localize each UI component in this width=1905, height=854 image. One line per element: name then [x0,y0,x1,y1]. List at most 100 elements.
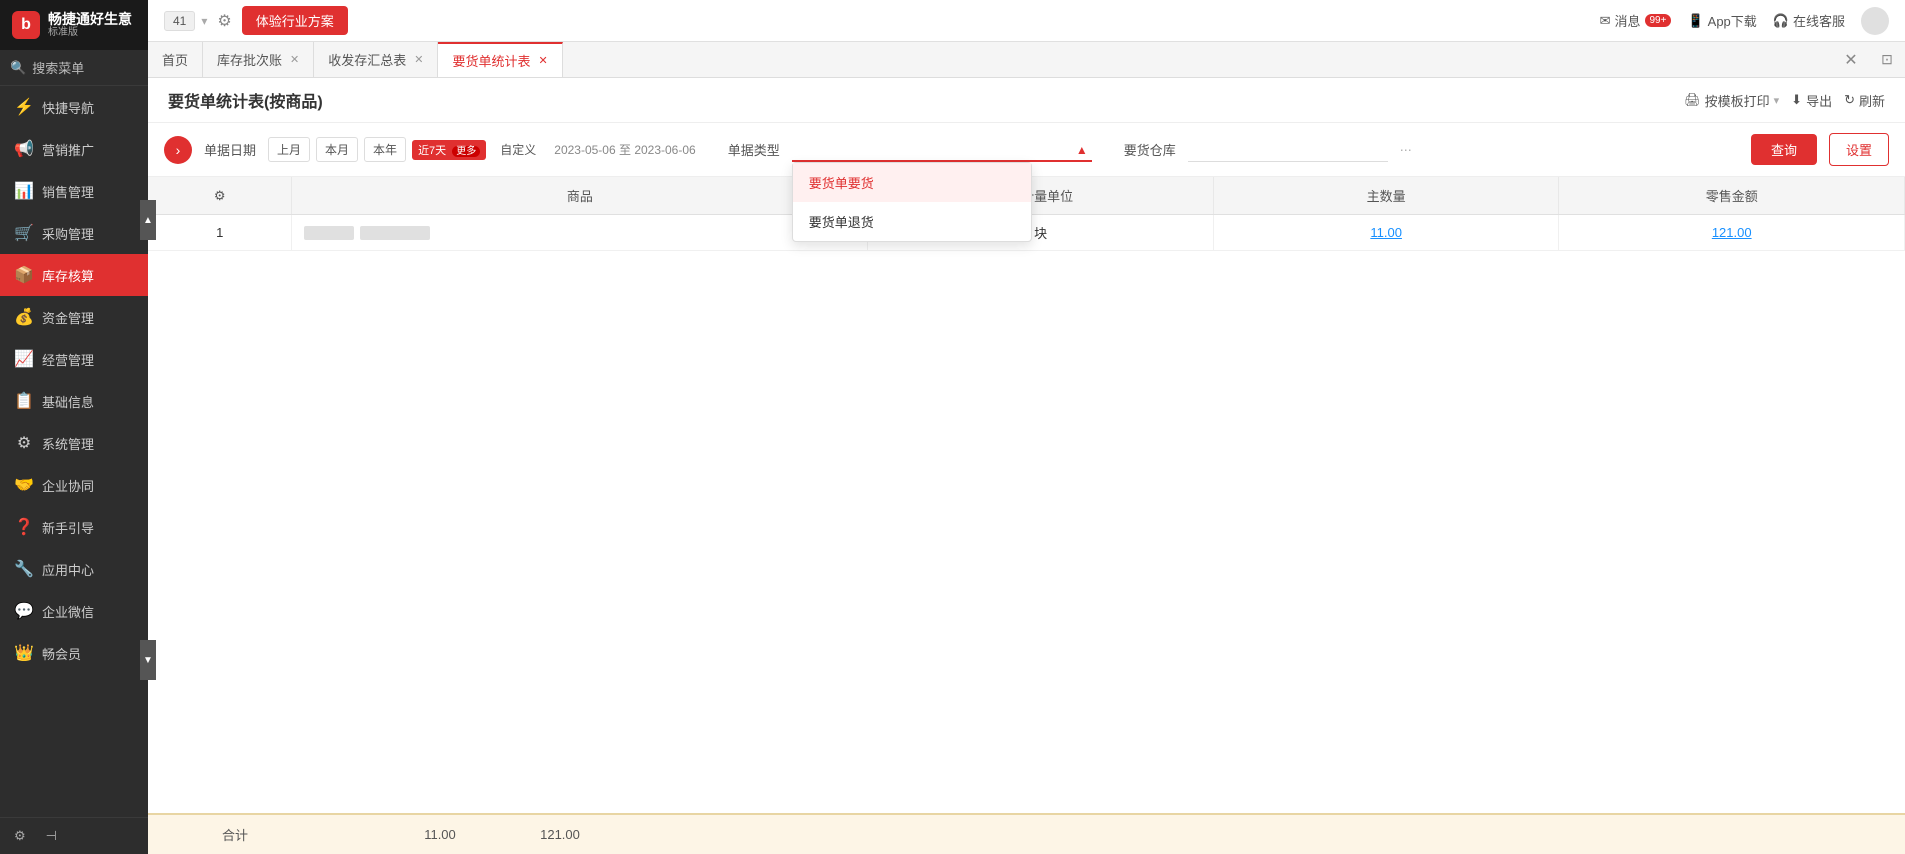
row-qty-1[interactable]: 11.00 [1213,215,1559,251]
table-container: ⚙ 商品 主计量单位 主数量 零售金额 [148,177,1905,813]
sales-icon: 📊 [14,181,34,201]
warehouse-label: 要货仓库 [1124,140,1176,159]
app-logo: b 畅捷通好生意 标准版 [0,0,148,50]
sidebar-item-marketing[interactable]: 📢 营销推广 [0,128,148,170]
sidebar-item-enterprise[interactable]: 🤝 企业协同 [0,464,148,506]
sidebar-item-inventory[interactable]: 📦 库存核算 [0,254,148,296]
search-icon: 🔍 [10,60,26,76]
tab-receive-summary-close[interactable]: ✕ [414,53,423,66]
product-placeholder [304,226,855,240]
user-avatar[interactable] [1861,7,1889,35]
dropdown-item-order-return[interactable]: 要货单退货 [793,202,1031,241]
search-menu[interactable]: 🔍 搜索菜单 [0,50,148,86]
query-button[interactable]: 查询 [1751,134,1817,165]
refresh-icon: ↻ [1844,92,1855,108]
col-qty-header: 主数量 [1213,177,1559,215]
col-settings-header[interactable]: ⚙ [148,177,292,215]
expand-tabs[interactable]: ⊡ [1869,42,1905,78]
collapse-button[interactable]: ⊣ [46,828,57,844]
date-range-display: 2023-05-06 至 2023-06-06 [554,141,695,158]
type-select-container: ▲ 要货单要货 要货单退货 [792,137,1092,162]
sidebar-item-sales[interactable]: 📊 销售管理 [0,170,148,212]
tab-home[interactable]: 首页 [148,42,203,77]
tab-receive-summary[interactable]: 收发存汇总表 ✕ [314,42,438,77]
tab-inventory-batch-close[interactable]: ✕ [290,53,299,66]
sidebar-item-tutorial[interactable]: ❓ 新手引导 [0,506,148,548]
sidebar-scroll-down[interactable]: ▼ [140,640,156,680]
sidebar-item-system[interactable]: ⚙ 系统管理 [0,422,148,464]
purchase-icon: 🛒 [14,223,34,243]
date-btn-prev-month[interactable]: 上月 [268,137,310,162]
operations-icon: 📈 [14,349,34,369]
print-action[interactable]: 🖨 按模板打印 ▾ [1684,91,1779,110]
sidebar-item-member[interactable]: 👑 畅会员 [0,632,148,674]
sidebar-item-finance[interactable]: 💰 资金管理 [0,296,148,338]
breadcrumb-count: 41 [164,11,195,31]
sidebar-scroll-up[interactable]: ▲ [140,200,156,240]
sidebar-item-basic-info[interactable]: 📋 基础信息 [0,380,148,422]
header-bar: 41 ▾ ⚙ 体验行业方案 ✉ 消息 99+ 📱 App下载 🎧 在线客服 [148,0,1905,42]
enterprise-icon: 🤝 [14,475,34,495]
type-dropdown-arrow[interactable]: ▲ [1076,143,1088,157]
footer-amount: 121.00 [500,827,620,842]
date-custom-btn[interactable]: 自定义 [492,138,544,161]
system-icon: ⚙ [14,433,34,453]
sidebar-item-quick-nav[interactable]: ⚡ 快捷导航 [0,86,148,128]
print-icon: 🖨 [1684,92,1701,108]
header-settings-icon[interactable]: ⚙ [217,11,231,31]
online-service-item[interactable]: 🎧 在线客服 [1773,11,1845,30]
industry-btn[interactable]: 体验行业方案 [242,6,348,35]
main-content: 41 ▾ ⚙ 体验行业方案 ✉ 消息 99+ 📱 App下载 🎧 在线客服 [148,0,1905,854]
page-actions: 🖨 按模板打印 ▾ ⬇ 导出 ↻ 刷新 [1684,91,1885,110]
tab-inventory-batch[interactable]: 库存批次账 ✕ [203,42,314,77]
marketing-icon: 📢 [14,139,34,159]
date-btn-this-month[interactable]: 本月 [316,137,358,162]
date-more-badge[interactable]: 近7天 更多 [412,140,486,160]
footer-label: 合计 [210,825,260,844]
print-chevron-icon[interactable]: ▾ [1774,94,1780,107]
logo-text: 畅捷通好生意 标准版 [48,11,132,40]
row-amount-1[interactable]: 121.00 [1559,215,1905,251]
page-title: 要货单统计表(按商品) [168,88,323,112]
date-label: 单据日期 [204,140,256,159]
settings-button-filter[interactable]: 设置 [1829,133,1889,166]
sidebar-bottom: ⚙ ⊣ [0,817,148,854]
message-icon: ✉ [1600,13,1611,29]
tab-order-summary-close[interactable]: ✕ [539,54,548,67]
tutorial-icon: ❓ [14,517,34,537]
app-download-item[interactable]: 📱 App下载 [1687,11,1756,30]
row-no-1: 1 [148,215,292,251]
type-input[interactable] [792,137,1092,162]
tab-order-summary[interactable]: 要货单统计表 ✕ [438,42,562,77]
wechat-icon: 💬 [14,601,34,621]
sidebar-item-wechat[interactable]: 💬 企业微信 [0,590,148,632]
chevron-down-icon[interactable]: ▾ [201,14,207,28]
app-center-icon: 🔧 [14,559,34,579]
message-badge: 99+ [1645,14,1672,27]
warehouse-more-icon[interactable]: ⋯ [1400,143,1412,157]
sidebar: b 畅捷通好生意 标准版 🔍 搜索菜单 ⚡ 快捷导航 📢 营销推广 📊 销售管理… [0,0,148,854]
row-product-1 [292,215,868,251]
messages-item[interactable]: ✉ 消息 99+ [1600,11,1672,30]
export-action[interactable]: ⬇ 导出 [1791,91,1832,110]
logo-icon: b [12,11,40,39]
export-icon: ⬇ [1791,92,1802,108]
settings-button[interactable]: ⚙ [14,828,26,844]
filter-expand-btn[interactable]: › [164,136,192,164]
date-btn-this-year[interactable]: 本年 [364,137,406,162]
header-left: 41 ▾ ⚙ 体验行业方案 [164,6,1580,35]
sidebar-item-purchase[interactable]: 🛒 采购管理 [0,212,148,254]
sidebar-item-app-center[interactable]: 🔧 应用中心 [0,548,148,590]
warehouse-input[interactable] [1188,138,1388,162]
refresh-action[interactable]: ↻ 刷新 [1844,91,1885,110]
dropdown-item-order-goods[interactable]: 要货单要货 [793,163,1031,202]
breadcrumb-count-area: 41 ▾ [164,11,207,31]
sidebar-item-operations[interactable]: 📈 经营管理 [0,338,148,380]
close-all-tabs[interactable]: ✕ [1833,42,1869,78]
top-nav: 首页 库存批次账 ✕ 收发存汇总表 ✕ 要货单统计表 ✕ ✕ ⊡ [148,42,1905,78]
member-icon: 👑 [14,643,34,663]
col-amount-header: 零售金额 [1559,177,1905,215]
type-dropdown: 要货单要货 要货单退货 [792,162,1032,242]
header-right: ✉ 消息 99+ 📱 App下载 🎧 在线客服 [1600,7,1889,35]
phone-icon: 📱 [1687,13,1703,29]
